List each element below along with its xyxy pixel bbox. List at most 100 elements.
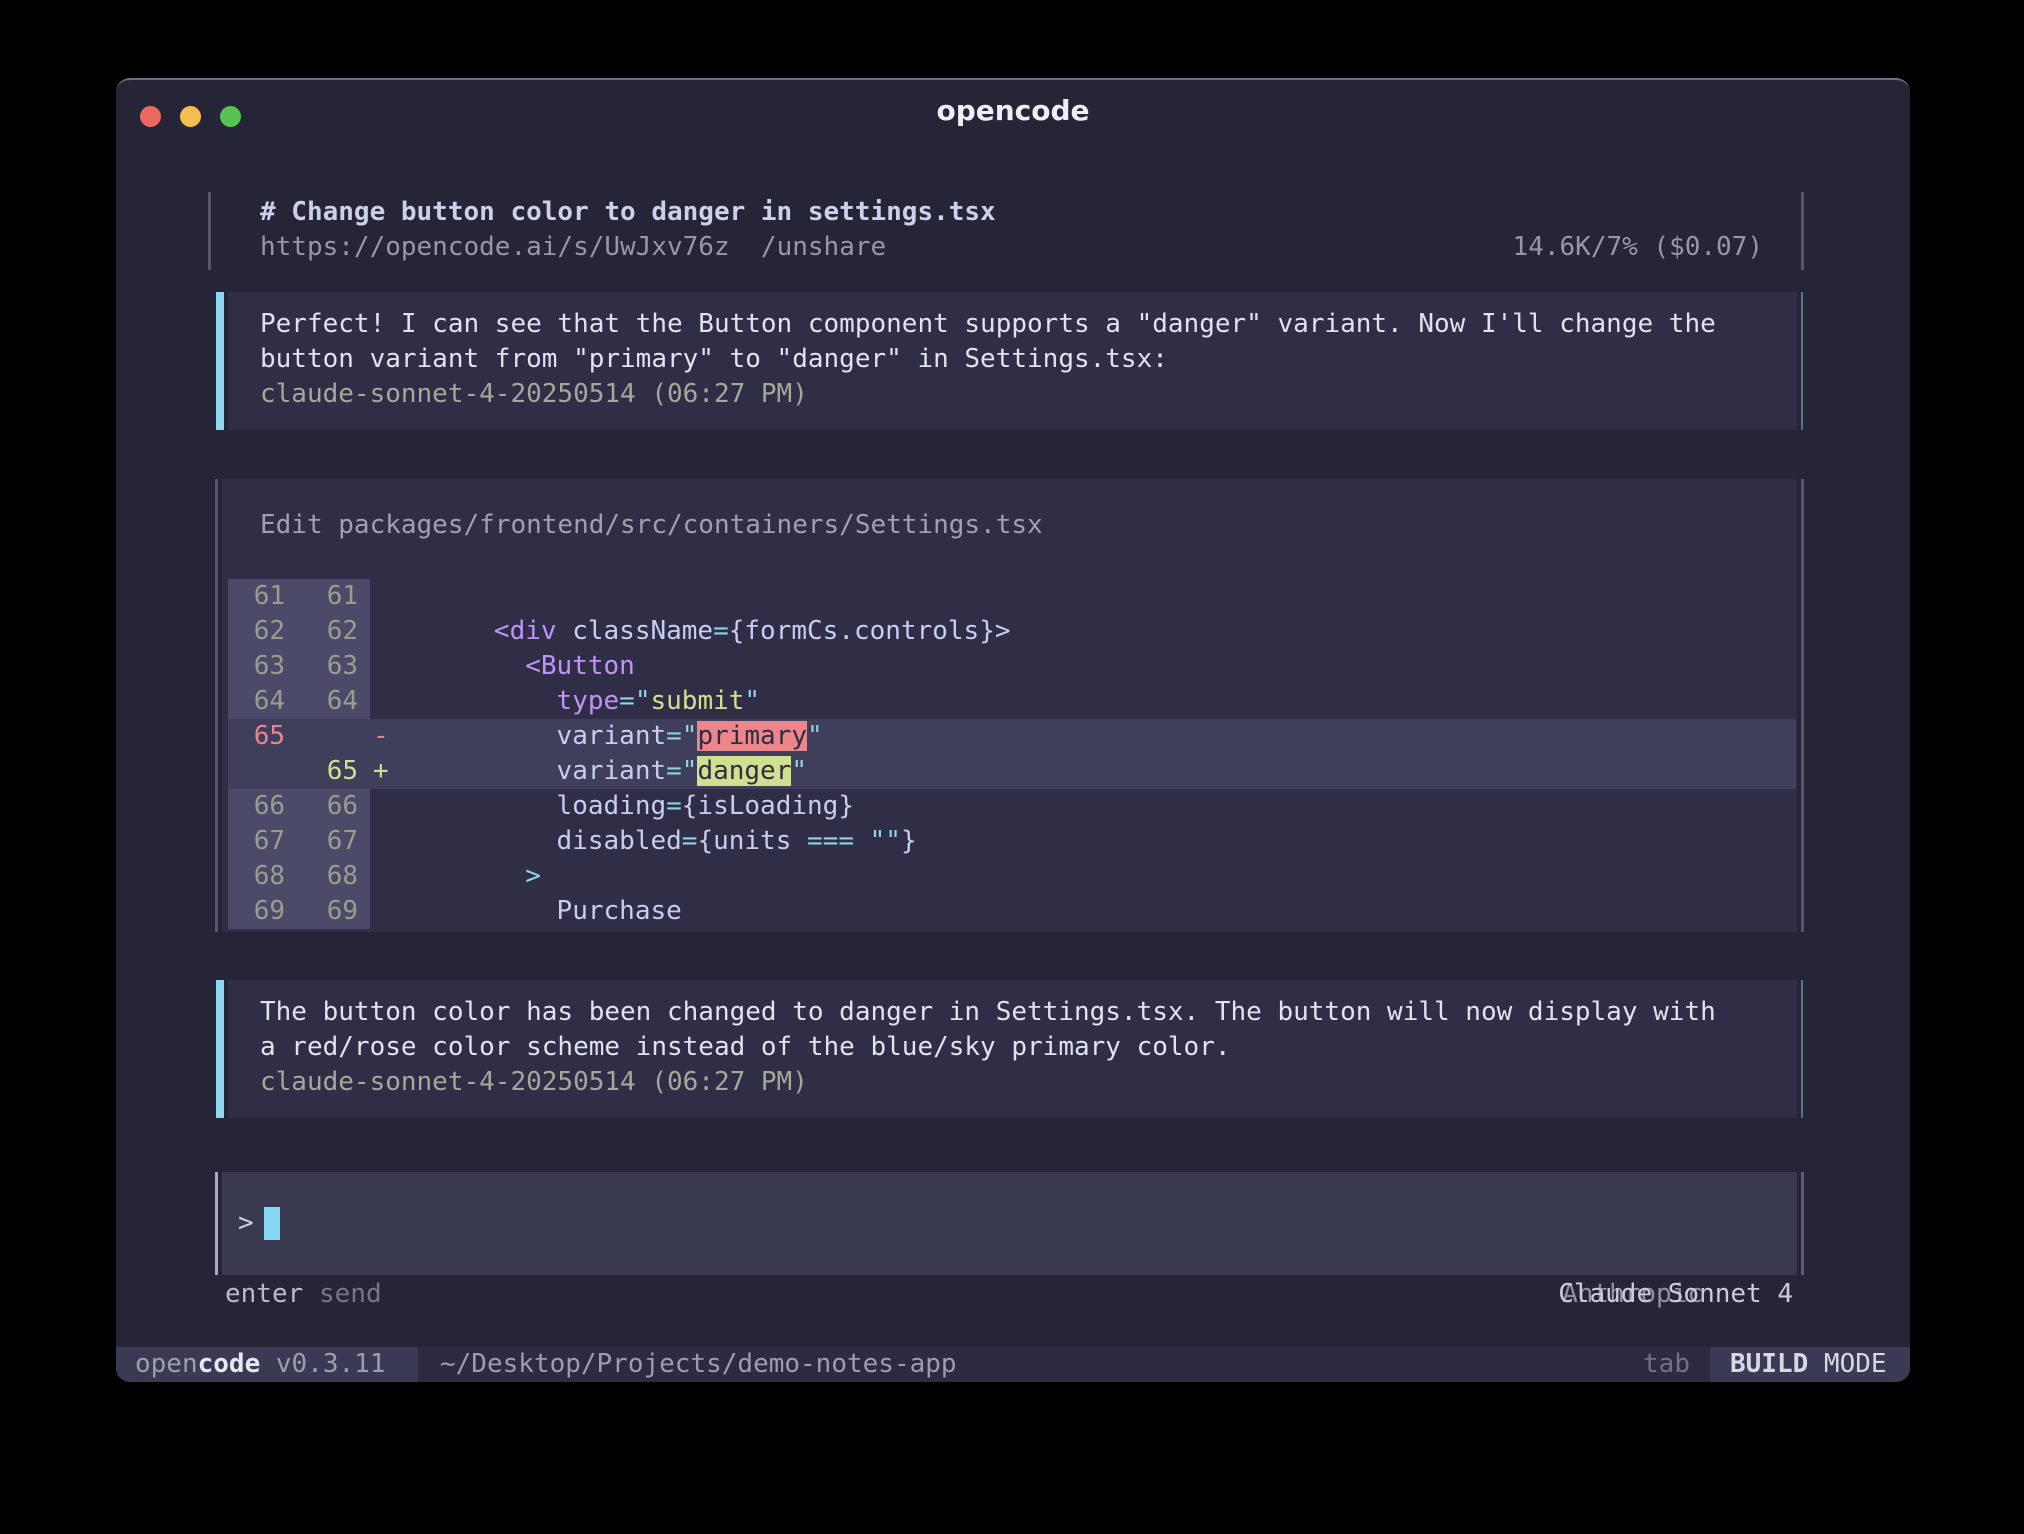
diff-row: 6262 <div className={formCs.controls}> <box>228 614 1796 649</box>
token-usage-stats: 14.6K/7% ($0.07) <box>1513 230 1763 265</box>
message-right-border <box>1801 980 1803 1118</box>
old-line-number: 69 <box>228 894 285 929</box>
line-number-gutter: 6969 <box>228 894 370 929</box>
diff-marker <box>370 859 400 894</box>
line-number-gutter: 6666 <box>228 789 370 824</box>
diff-row: 6363 <Button <box>228 649 1796 684</box>
model-name: Claude Sonnet 4 <box>1558 1277 1793 1312</box>
model-timestamp: claude-sonnet-4-20250514 (06:27 PM) <box>260 1065 1716 1100</box>
edit-left-border <box>215 479 218 932</box>
text-cursor <box>264 1207 280 1240</box>
old-line-number: 63 <box>228 649 285 684</box>
line-number-gutter: 65 <box>228 719 370 754</box>
titlebar: opencode <box>116 80 1910 140</box>
prompt-input[interactable]: > <box>215 1172 1805 1275</box>
enter-key-hint: enter <box>225 1277 303 1312</box>
working-directory: ~/Desktop/Projects/demo-notes-app <box>440 1347 957 1382</box>
old-line-number: 68 <box>228 859 285 894</box>
input-background <box>222 1172 1797 1275</box>
diff-row: 6868 > <box>228 859 1796 894</box>
diff-marker <box>370 894 400 929</box>
diff-rows: 61616262 <div className={formCs.controls… <box>228 579 1796 929</box>
build-mode-label: BUILD MODE <box>1730 1347 1887 1382</box>
status-bar: opencode v0.3.11 ~/Desktop/Projects/demo… <box>116 1347 1910 1382</box>
diff-marker: - <box>370 719 400 754</box>
diff-row: 65 + variant="danger" <box>228 754 1796 789</box>
header-left-border <box>208 192 211 270</box>
new-line-number: 62 <box>285 614 358 649</box>
new-line-number: 61 <box>285 579 358 614</box>
edit-tool-block: Edit packages/frontend/src/containers/Se… <box>215 479 1805 932</box>
old-line-number: 62 <box>228 614 285 649</box>
new-line-number: 66 <box>285 789 358 824</box>
old-line-number <box>228 754 285 789</box>
old-line-number: 67 <box>228 824 285 859</box>
message-line: a red/rose color scheme instead of the b… <box>260 1030 1716 1065</box>
new-line-number: 63 <box>285 649 358 684</box>
line-number-gutter: 6161 <box>228 579 370 614</box>
edit-right-border <box>1801 479 1804 932</box>
code-line: > <box>400 859 541 894</box>
diff-marker <box>370 684 400 719</box>
old-line-number: 66 <box>228 789 285 824</box>
diff-marker <box>370 614 400 649</box>
session-header: # Change button color to danger in setti… <box>116 192 1910 270</box>
diff-marker <box>370 824 400 859</box>
diff-row: 6767 disabled={units === ""} <box>228 824 1796 859</box>
diff-marker <box>370 789 400 824</box>
session-title: # Change button color to danger in setti… <box>260 195 996 230</box>
old-line-number: 65 <box>228 719 285 754</box>
code-line: variant="primary" <box>400 719 823 754</box>
input-right-border <box>1801 1172 1804 1275</box>
message-accent-bar <box>216 292 224 430</box>
code-line: <Button <box>400 649 635 684</box>
header-right-border <box>1801 192 1804 270</box>
diff-marker: + <box>370 754 400 789</box>
old-line-number: 61 <box>228 579 285 614</box>
new-line-number: 67 <box>285 824 358 859</box>
prompt-chevron: > <box>238 1206 254 1241</box>
line-number-gutter: 6363 <box>228 649 370 684</box>
code-line: loading={isLoading} <box>400 789 854 824</box>
diff-row: 65 - variant="primary" <box>228 719 1796 754</box>
share-url-line[interactable]: https://opencode.ai/s/UwJxv76z /unshare <box>260 230 886 265</box>
new-line-number: 68 <box>285 859 358 894</box>
diff-row: 6666 loading={isLoading} <box>228 789 1796 824</box>
code-line: <div className={formCs.controls}> <box>400 614 1011 649</box>
line-number-gutter: 6868 <box>228 859 370 894</box>
new-line-number <box>285 719 358 754</box>
line-number-gutter: 6262 <box>228 614 370 649</box>
new-line-number: 64 <box>285 684 358 719</box>
app-version: opencode v0.3.11 <box>135 1347 385 1382</box>
assistant-message: Perfect! I can see that the Button compo… <box>216 292 1803 430</box>
input-left-border <box>215 1172 218 1275</box>
unshare-command[interactable]: /unshare <box>730 232 887 262</box>
diff-marker <box>370 579 400 614</box>
diff-row: 6969 Purchase <box>228 894 1796 929</box>
line-number-gutter: 65 <box>228 754 370 789</box>
new-line-number: 69 <box>285 894 358 929</box>
window-title: opencode <box>116 80 1910 140</box>
opencode-terminal-window: opencode # Change button color to danger… <box>116 78 1910 1382</box>
assistant-message: The button color has been changed to dan… <box>216 980 1803 1118</box>
code-line: type="submit" <box>400 684 760 719</box>
message-line: Perfect! I can see that the Button compo… <box>260 307 1716 342</box>
line-number-gutter: 6464 <box>228 684 370 719</box>
line-number-gutter: 6767 <box>228 824 370 859</box>
share-url[interactable]: https://opencode.ai/s/UwJxv76z <box>260 232 730 262</box>
message-accent-bar <box>216 980 224 1118</box>
diff-row: 6464 type="submit" <box>228 684 1796 719</box>
model-timestamp: claude-sonnet-4-20250514 (06:27 PM) <box>260 377 1716 412</box>
code-line: Purchase <box>400 894 682 929</box>
message-right-border <box>1801 292 1803 430</box>
tab-key-hint: tab <box>1643 1347 1690 1382</box>
code-line: variant="danger" <box>400 754 807 789</box>
code-line: disabled={units === ""} <box>400 824 917 859</box>
send-action-hint: send <box>319 1277 382 1312</box>
new-line-number: 65 <box>285 754 358 789</box>
edit-file-path: Edit packages/frontend/src/containers/Se… <box>260 508 1043 543</box>
old-line-number: 64 <box>228 684 285 719</box>
diff-marker <box>370 649 400 684</box>
message-line: The button color has been changed to dan… <box>260 995 1716 1030</box>
message-line: button variant from "primary" to "danger… <box>260 342 1716 377</box>
